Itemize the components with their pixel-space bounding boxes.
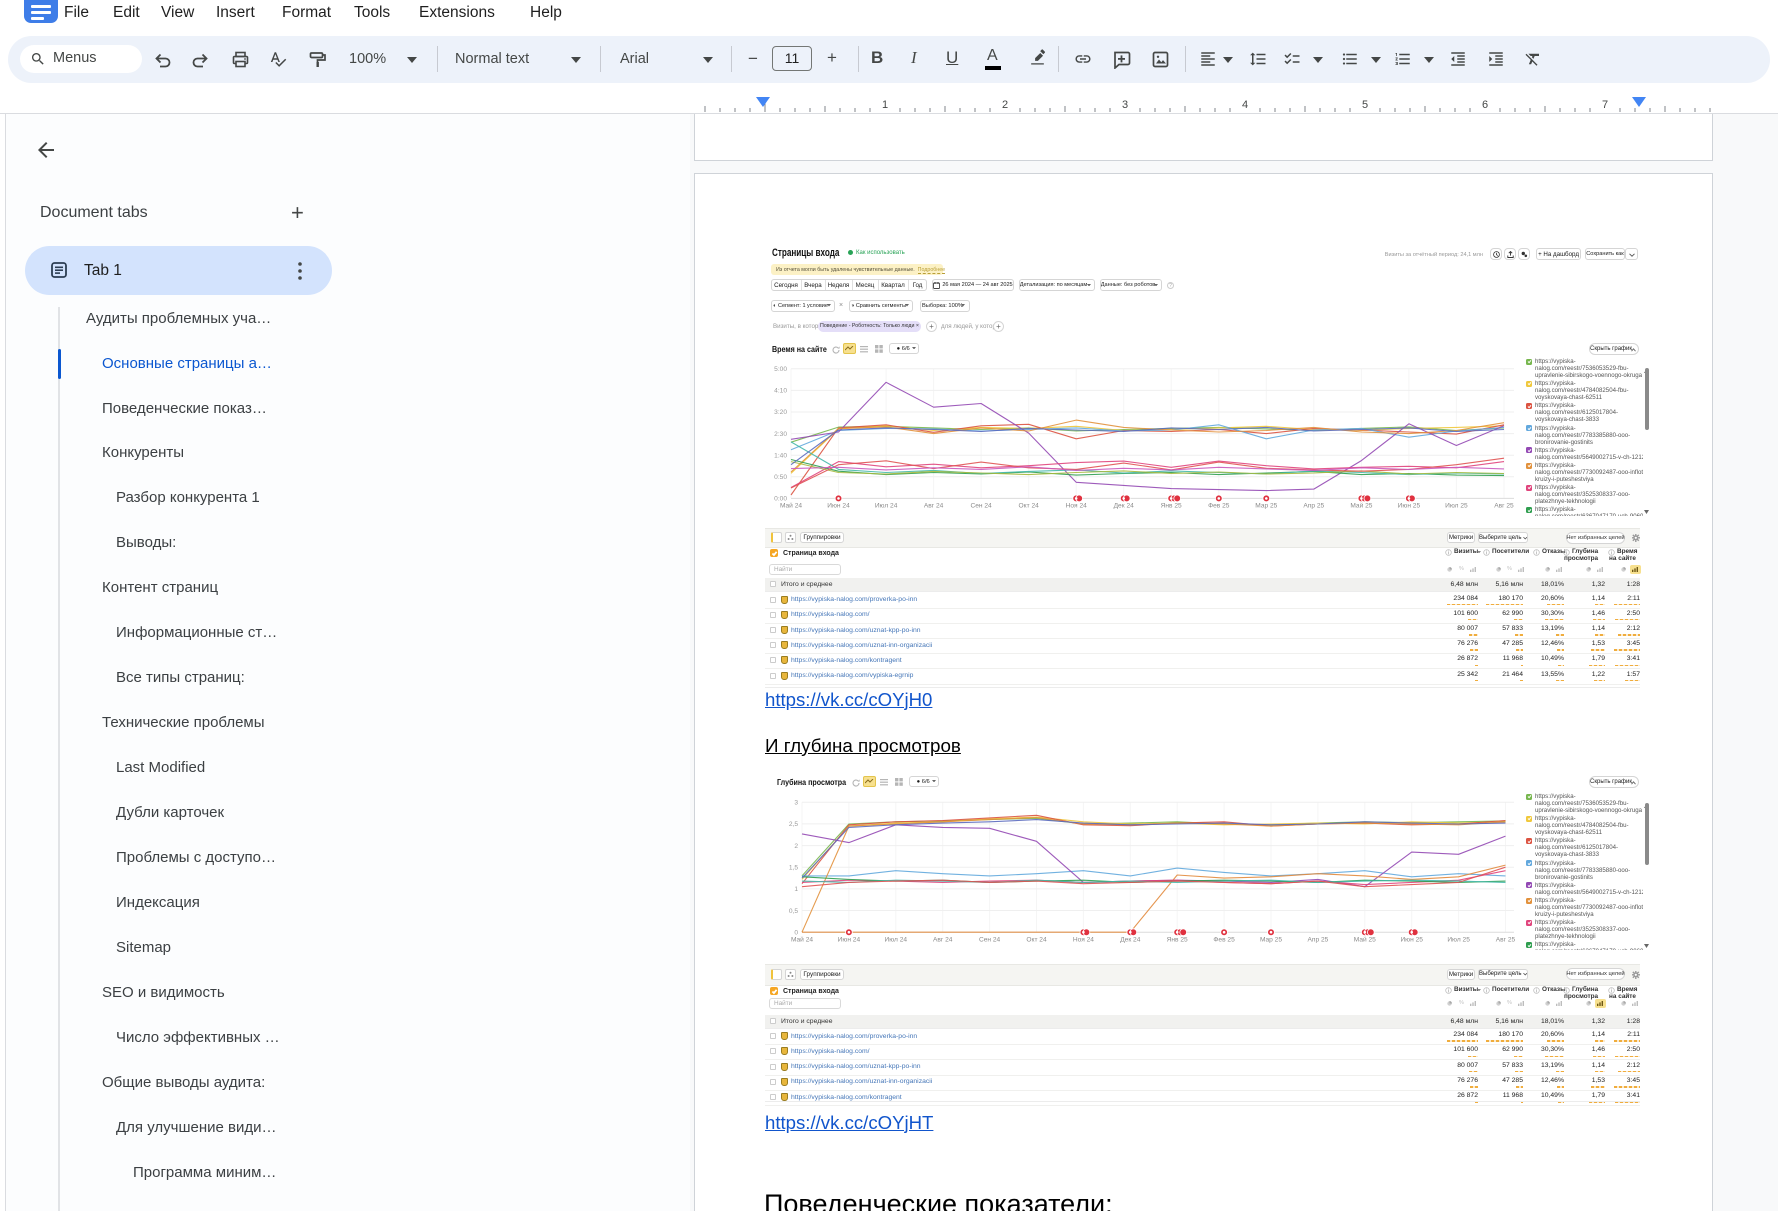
svg-text:Июн 25: Июн 25 [1400,937,1423,944]
svg-text:0,5: 0,5 [789,908,798,915]
svg-text:Май 24: Май 24 [791,936,813,944]
svg-text:2: 2 [794,843,798,850]
svg-text:Май 25: Май 25 [1354,936,1376,944]
svg-text:Ноя 24: Ноя 24 [1073,937,1094,944]
svg-text:1: 1 [794,886,798,893]
svg-text:Авг 25: Авг 25 [1496,937,1516,944]
svg-text:1,5: 1,5 [789,865,798,872]
svg-text:Янв 25: Янв 25 [1167,937,1188,944]
svg-text:Сен 24: Сен 24 [979,937,1001,944]
svg-text:Дек 24: Дек 24 [1120,937,1141,944]
svg-text:Июн 24: Июн 24 [838,937,861,944]
svg-text:2,5: 2,5 [789,821,798,828]
svg-text:Июл 24: Июл 24 [885,937,908,944]
svg-text:0: 0 [794,929,798,936]
svg-text:Окт 24: Окт 24 [1026,937,1047,944]
svg-text:Июл 25: Июл 25 [1447,937,1470,944]
svg-text:Фев 25: Фев 25 [1213,937,1235,944]
svg-text:3: 3 [794,800,798,807]
svg-text:Апр 25: Апр 25 [1307,937,1328,944]
svg-text:Мар 25: Мар 25 [1260,937,1282,944]
svg-text:Авг 24: Авг 24 [933,937,953,944]
